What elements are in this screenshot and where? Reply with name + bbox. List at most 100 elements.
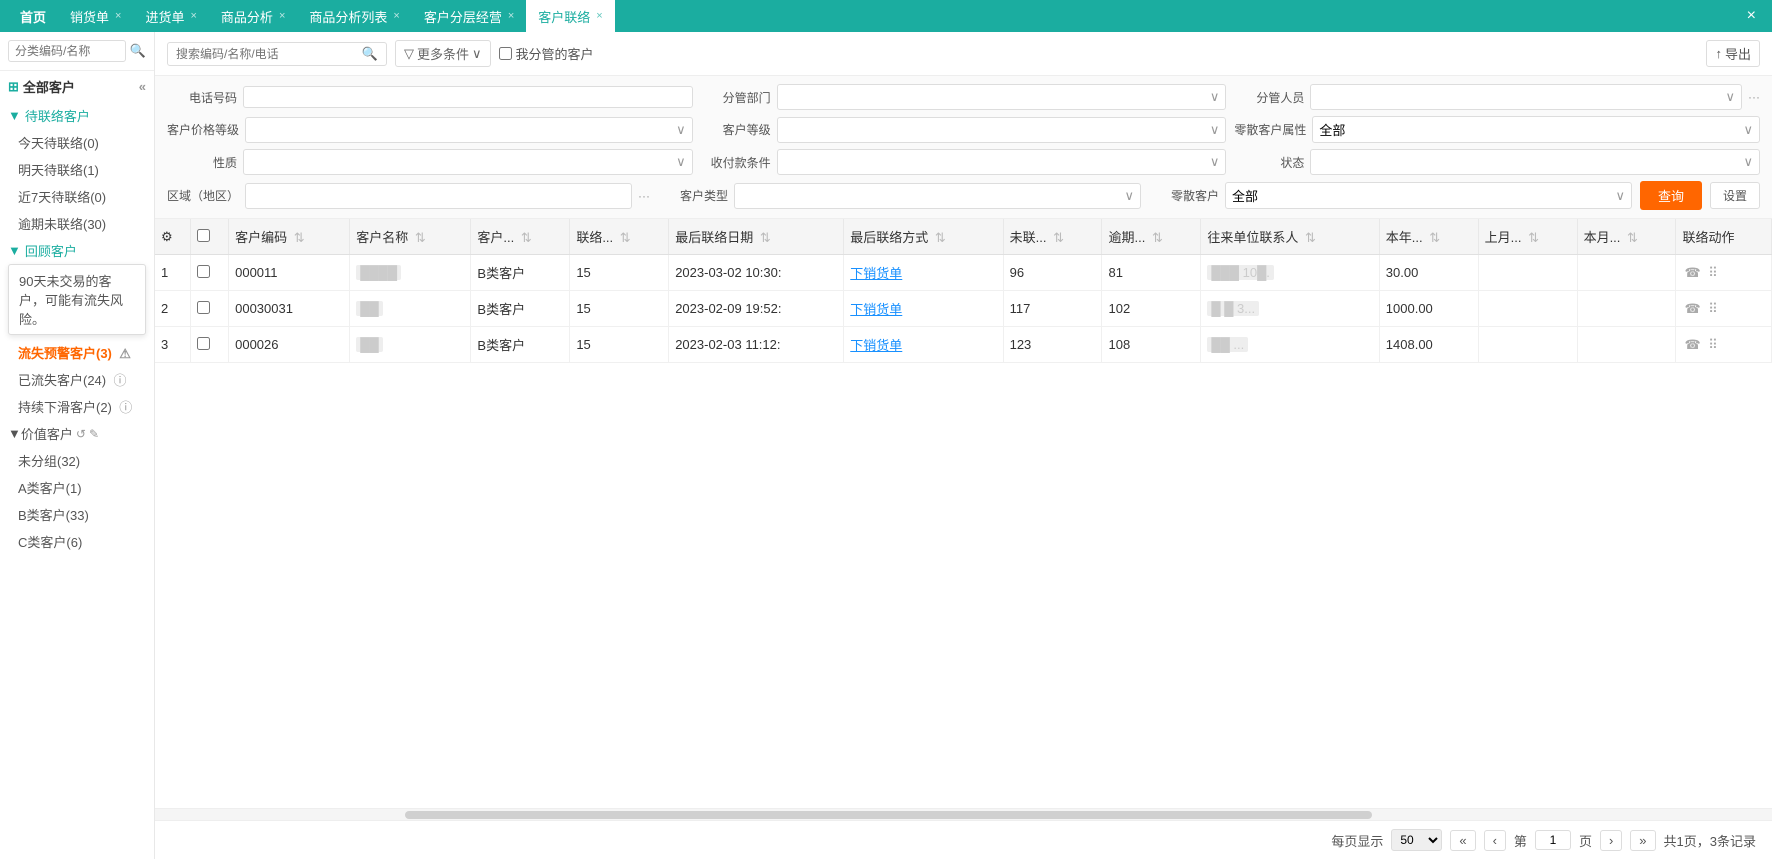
more-actions-icon[interactable]: ⠿ <box>1708 301 1718 316</box>
sidebar-item-churn-warning[interactable]: 流失预警客户(3) ⚠ <box>0 339 154 366</box>
close-icon[interactable]: × <box>190 10 196 22</box>
more-icon[interactable]: ··· <box>638 189 650 203</box>
sidebar-section-pending[interactable]: ▼ 待联络客户 <box>0 102 154 129</box>
first-page-button[interactable]: « <box>1450 830 1475 851</box>
more-actions-icon[interactable]: ⠿ <box>1708 265 1718 280</box>
sidebar-search-icon[interactable]: 🔍 <box>130 43 146 59</box>
col-this-year[interactable]: 本年... ⇅ <box>1379 219 1478 255</box>
row-actions: ☎ ⠿ <box>1676 327 1772 363</box>
filter-select-nature[interactable]: ∨ <box>243 149 693 175</box>
filter-select-region[interactable] <box>245 183 632 209</box>
filter-select-retail-customer[interactable]: 全部 ∨ <box>1225 182 1632 209</box>
row-this-month <box>1577 255 1676 291</box>
sidebar-item-churned[interactable]: 已流失客户(24) ⓘ <box>0 366 154 393</box>
filter-retail-attr: 零散客户属性 全部 ∨ <box>1234 116 1760 143</box>
settings-button[interactable]: 设置 <box>1710 182 1760 209</box>
col-contact[interactable]: 联络... ⇅ <box>570 219 669 255</box>
col-settings[interactable]: ⚙ <box>155 219 190 255</box>
per-page-select[interactable]: 50 100 <box>1391 829 1442 851</box>
sidebar-item-declining[interactable]: 持续下滑客户(2) ⓘ <box>0 393 154 420</box>
col-last-month[interactable]: 上月... ⇅ <box>1478 219 1577 255</box>
select-all-checkbox[interactable] <box>197 229 210 242</box>
col-name[interactable]: 客户名称 ⇅ <box>350 219 471 255</box>
contact-icon[interactable]: ☎ <box>1684 337 1700 352</box>
filter-select-retail[interactable]: 全部 ∨ <box>1312 116 1760 143</box>
row-name: ████ <box>350 255 471 291</box>
sidebar-search-input[interactable] <box>8 40 126 62</box>
search-icon[interactable]: 🔍 <box>362 46 378 62</box>
filter-select-payment[interactable]: ∨ <box>777 149 1227 175</box>
close-icon[interactable]: × <box>596 10 602 22</box>
tab-customer-tier[interactable]: 客户分层经营 × <box>412 0 526 32</box>
page-input[interactable] <box>1535 830 1571 850</box>
tab-product-analysis[interactable]: 商品分析 × <box>209 0 297 32</box>
sort-icon: ⇅ <box>1305 230 1316 245</box>
close-icon[interactable]: × <box>508 10 514 22</box>
col-uncontact[interactable]: 未联... ⇅ <box>1003 219 1102 255</box>
filter-select-person[interactable]: ∨ <box>1310 84 1742 110</box>
sidebar-item-7days[interactable]: 近7天待联络(0) <box>0 183 154 210</box>
filter-select-customer-level[interactable]: ∨ <box>777 117 1227 143</box>
row-last-way[interactable]: 下销货单 <box>844 255 1003 291</box>
sidebar-search-area: 🔍 <box>0 32 154 71</box>
col-contact-person[interactable]: 往来单位联系人 ⇅ <box>1201 219 1379 255</box>
more-conditions-button[interactable]: ▽ 更多条件 ∨ <box>395 40 491 67</box>
query-button[interactable]: 查询 <box>1640 181 1702 210</box>
sidebar-item-ungrouped[interactable]: 未分组(32) <box>0 447 154 474</box>
sidebar-item-class-b[interactable]: B类客户(33) <box>0 501 154 528</box>
info-icon: ⓘ <box>113 373 126 388</box>
col-type[interactable]: 客户... ⇅ <box>471 219 570 255</box>
tab-customer-contact[interactable]: 客户联络 × <box>526 0 614 32</box>
close-icon[interactable]: × <box>393 10 399 22</box>
more-actions-icon[interactable]: ⠿ <box>1708 337 1718 352</box>
row-last-month <box>1478 255 1577 291</box>
close-icon[interactable]: × <box>115 10 121 22</box>
export-button[interactable]: ↑ 导出 <box>1706 40 1760 67</box>
sidebar-item-tomorrow[interactable]: 明天待联络(1) <box>0 156 154 183</box>
collapse-icon[interactable]: « <box>139 79 146 94</box>
col-checkbox[interactable] <box>190 219 228 255</box>
more-icon[interactable]: ··· <box>1748 90 1760 104</box>
contact-icon[interactable]: ☎ <box>1684 265 1700 280</box>
row-checkbox[interactable] <box>190 291 228 327</box>
close-icon[interactable]: × <box>279 10 285 22</box>
col-last-date[interactable]: 最后联络日期 ⇅ <box>669 219 844 255</box>
tab-sales[interactable]: 销货单 × <box>58 0 133 32</box>
edit-icon[interactable]: ✎ <box>89 427 99 441</box>
last-page-button[interactable]: » <box>1630 830 1655 851</box>
nav-close-button[interactable]: × <box>1739 7 1764 25</box>
refresh-icon[interactable]: ↺ <box>76 427 86 441</box>
tab-product-list[interactable]: 商品分析列表 × <box>297 0 411 32</box>
tab-home[interactable]: 首页 <box>8 0 58 32</box>
filter-select-status[interactable]: ∨ <box>1310 149 1760 175</box>
filter-select-price[interactable]: ∨ <box>245 117 693 143</box>
col-overdue[interactable]: 逾期... ⇅ <box>1102 219 1201 255</box>
filter-select-dept[interactable]: ∨ <box>777 84 1227 110</box>
sidebar-all-customers[interactable]: ⊞ 全部客户 « <box>0 71 154 102</box>
col-code[interactable]: 客户编码 ⇅ <box>229 219 350 255</box>
col-last-way[interactable]: 最后联络方式 ⇅ <box>844 219 1003 255</box>
row-last-way[interactable]: 下销货单 <box>844 291 1003 327</box>
row-last-way[interactable]: 下销货单 <box>844 327 1003 363</box>
sidebar-item-class-a[interactable]: A类客户(1) <box>0 474 154 501</box>
sidebar-item-today[interactable]: 今天待联络(0) <box>0 129 154 156</box>
search-input[interactable] <box>176 47 362 61</box>
row-checkbox[interactable] <box>190 255 228 291</box>
tab-purchase[interactable]: 进货单 × <box>133 0 208 32</box>
prev-page-button[interactable]: ‹ <box>1484 830 1506 851</box>
settings-gear[interactable]: ⚙ <box>161 229 173 244</box>
row-checkbox[interactable] <box>190 327 228 363</box>
row-overdue: 108 <box>1102 327 1201 363</box>
sidebar-item-overdue[interactable]: 逾期未联络(30) <box>0 210 154 237</box>
contact-icon[interactable]: ☎ <box>1684 301 1700 316</box>
my-customers-checkbox[interactable] <box>499 47 512 60</box>
filter-input-phone[interactable] <box>243 86 693 108</box>
sidebar-section-review[interactable]: ▼ 回顾客户 <box>0 237 154 264</box>
row-this-year: 1408.00 <box>1379 327 1478 363</box>
scrollbar[interactable] <box>155 808 1772 820</box>
col-this-month[interactable]: 本月... ⇅ <box>1577 219 1676 255</box>
next-page-button[interactable]: › <box>1600 830 1622 851</box>
sidebar-item-class-c[interactable]: C类客户(6) <box>0 528 154 555</box>
filter-select-customer-type[interactable]: ∨ <box>734 183 1141 209</box>
sidebar-section-value[interactable]: ▼ 价值客户 ↺ ✎ <box>0 420 154 447</box>
